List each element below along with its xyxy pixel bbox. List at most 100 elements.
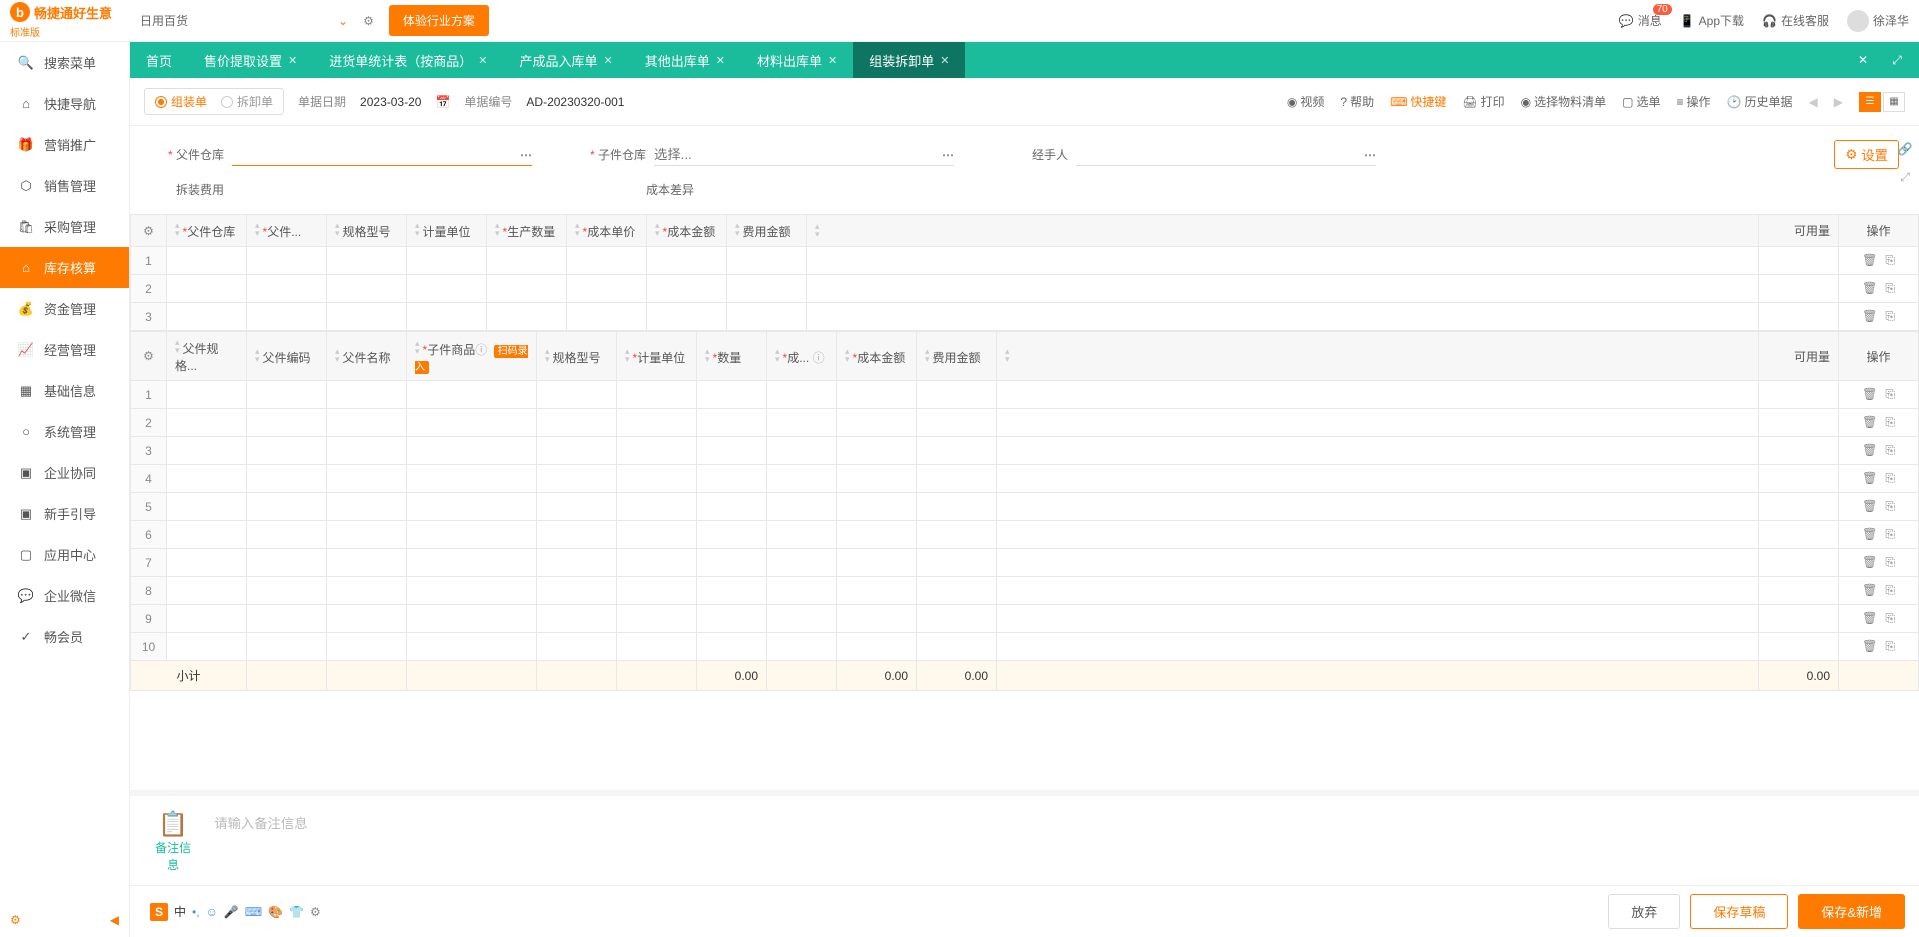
table-settings-header[interactable]: ⚙: [131, 332, 167, 381]
nav-item[interactable]: 🔍搜索菜单: [0, 42, 129, 83]
expand-tabs-button[interactable]: ⤢: [1885, 48, 1909, 72]
assemble-radio[interactable]: 组装单: [155, 93, 207, 110]
col-cost-amount[interactable]: ▴▾*成本金额: [837, 332, 917, 381]
close-icon[interactable]: ✕: [716, 54, 725, 67]
table-row[interactable]: 1🗑⎘: [131, 381, 1919, 409]
delete-icon[interactable]: 🗑: [1862, 309, 1877, 324]
copy-icon[interactable]: ⎘: [1885, 527, 1895, 542]
copy-icon[interactable]: ⎘: [1885, 639, 1895, 654]
user-menu[interactable]: 徐泽华: [1847, 10, 1909, 32]
save-new-button[interactable]: 保存&新增: [1798, 894, 1905, 929]
delete-icon[interactable]: 🗑: [1862, 583, 1877, 598]
nav-item[interactable]: ⬡销售管理: [0, 165, 129, 206]
ellipsis-icon[interactable]: ⋯: [942, 148, 954, 162]
copy-icon[interactable]: ⎘: [1885, 443, 1895, 458]
card-view-button[interactable]: ▦: [1883, 92, 1905, 112]
table-row[interactable]: 8🗑⎘: [131, 577, 1919, 605]
close-icon[interactable]: ✕: [288, 54, 297, 67]
collapse-icon[interactable]: ◀: [110, 913, 119, 927]
delete-icon[interactable]: 🗑: [1862, 555, 1877, 570]
col-qty[interactable]: ▴▾*数量: [697, 332, 767, 381]
col-parent-code[interactable]: ▴▾父件编码: [247, 332, 327, 381]
copy-icon[interactable]: ⎘: [1885, 499, 1895, 514]
delete-icon[interactable]: 🗑: [1862, 639, 1877, 654]
table-row[interactable]: 7🗑⎘: [131, 549, 1919, 577]
print-link[interactable]: 🖨 打印: [1462, 93, 1504, 110]
tab[interactable]: 首页: [130, 42, 188, 78]
copy-icon[interactable]: ⎘: [1885, 281, 1895, 296]
nav-item[interactable]: ▦基础信息: [0, 370, 129, 411]
copy-icon[interactable]: ⎘: [1885, 387, 1895, 402]
history-link[interactable]: 🕑 历史单据: [1727, 93, 1793, 110]
select-material-link[interactable]: ◉ 选择物料清单: [1521, 93, 1607, 110]
online-service-link[interactable]: 🎧 在线客服: [1762, 12, 1829, 29]
col-unit[interactable]: ▴▾*计量单位: [617, 332, 697, 381]
nav-item[interactable]: 💬企业微信: [0, 575, 129, 616]
video-link[interactable]: ◉ 视频: [1287, 93, 1325, 110]
copy-icon[interactable]: ⎘: [1885, 253, 1895, 268]
table-row[interactable]: 10🗑⎘: [131, 633, 1919, 661]
save-draft-button[interactable]: 保存草稿: [1690, 894, 1788, 929]
delete-icon[interactable]: 🗑: [1862, 611, 1877, 626]
nav-item[interactable]: ○系统管理: [0, 411, 129, 452]
tab[interactable]: 其他出库单✕: [629, 42, 741, 78]
delete-icon[interactable]: 🗑: [1862, 387, 1877, 402]
table-row[interactable]: 3🗑⎘: [131, 303, 1919, 331]
nav-next-icon[interactable]: ▶: [1834, 95, 1843, 109]
copy-icon[interactable]: ⎘: [1885, 309, 1895, 324]
col-cost-short[interactable]: ▴▾*成... ⓘ: [767, 332, 837, 381]
date-value[interactable]: 2023-03-20: [360, 95, 421, 109]
col-fee-amount[interactable]: ▴▾费用金额: [727, 215, 807, 247]
nav-item[interactable]: 🎁营销推广: [0, 124, 129, 165]
close-icon[interactable]: ✕: [604, 54, 613, 67]
col-parent-name[interactable]: ▴▾父件名称: [327, 332, 407, 381]
col-spec[interactable]: ▴▾规格型号: [327, 215, 407, 247]
copy-icon[interactable]: ⎘: [1885, 583, 1895, 598]
table-row[interactable]: 6🗑⎘: [131, 521, 1919, 549]
close-all-tabs-button[interactable]: ✕: [1851, 48, 1875, 72]
col-parent-item[interactable]: ▴▾*父件...: [247, 215, 327, 247]
tab[interactable]: 组装拆卸单✕: [853, 42, 965, 78]
col-available[interactable]: 可用量: [1759, 332, 1839, 381]
operate-link[interactable]: ≡ 操作: [1677, 93, 1711, 110]
col-prod-qty[interactable]: ▴▾*生产数量: [487, 215, 567, 247]
settings-gear-icon[interactable]: ⚙: [10, 913, 21, 927]
shortcut-link[interactable]: ⌨ 快捷键: [1390, 93, 1446, 110]
nav-item[interactable]: 📈经营管理: [0, 329, 129, 370]
nav-item[interactable]: ⌂库存核算: [0, 247, 129, 288]
table-row[interactable]: 1🗑⎘: [131, 247, 1919, 275]
nav-item[interactable]: 💰资金管理: [0, 288, 129, 329]
ellipsis-icon[interactable]: ⋯: [1364, 148, 1376, 162]
delete-icon[interactable]: 🗑: [1862, 281, 1877, 296]
close-icon[interactable]: ✕: [478, 54, 487, 67]
col-available[interactable]: 可用量: [1759, 215, 1839, 247]
nav-item[interactable]: 🛍采购管理: [0, 206, 129, 247]
col-child-item[interactable]: ▴▾*子件商品ⓘ 扫码录入: [407, 332, 537, 381]
handler-input[interactable]: [1076, 144, 1376, 166]
nav-item[interactable]: ▢应用中心: [0, 534, 129, 575]
col-cost-price[interactable]: ▴▾*成本单价: [567, 215, 647, 247]
col-fee-amount[interactable]: ▴▾费用金额: [917, 332, 997, 381]
delete-icon[interactable]: 🗑: [1862, 415, 1877, 430]
col-spec[interactable]: ▴▾规格型号: [537, 332, 617, 381]
copy-icon[interactable]: ⎘: [1885, 555, 1895, 570]
nav-item[interactable]: ⌂快捷导航: [0, 83, 129, 124]
nav-prev-icon[interactable]: ◀: [1809, 95, 1818, 109]
expand-icon[interactable]: ⤢: [1900, 170, 1910, 185]
table-row[interactable]: 2🗑⎘: [131, 275, 1919, 303]
delete-icon[interactable]: 🗑: [1862, 471, 1877, 486]
delete-icon[interactable]: 🗑: [1862, 443, 1877, 458]
discard-button[interactable]: 放弃: [1608, 894, 1680, 929]
copy-icon[interactable]: ⎘: [1885, 471, 1895, 486]
table-row[interactable]: 4🗑⎘: [131, 465, 1919, 493]
tab[interactable]: 材料出库单✕: [741, 42, 853, 78]
calendar-icon[interactable]: 📅: [435, 95, 450, 109]
disassemble-fee-input[interactable]: [232, 179, 532, 200]
try-industry-button[interactable]: 体验行业方案: [389, 5, 489, 36]
delete-icon[interactable]: 🗑: [1862, 253, 1877, 268]
copy-icon[interactable]: ⎘: [1885, 415, 1895, 430]
nav-item[interactable]: ▣新手引导: [0, 493, 129, 534]
link-icon[interactable]: 🔗: [1898, 142, 1913, 156]
category-selector[interactable]: 日用百货 ⌄: [140, 12, 348, 29]
messages-link[interactable]: 💬 消息 70: [1619, 12, 1662, 29]
